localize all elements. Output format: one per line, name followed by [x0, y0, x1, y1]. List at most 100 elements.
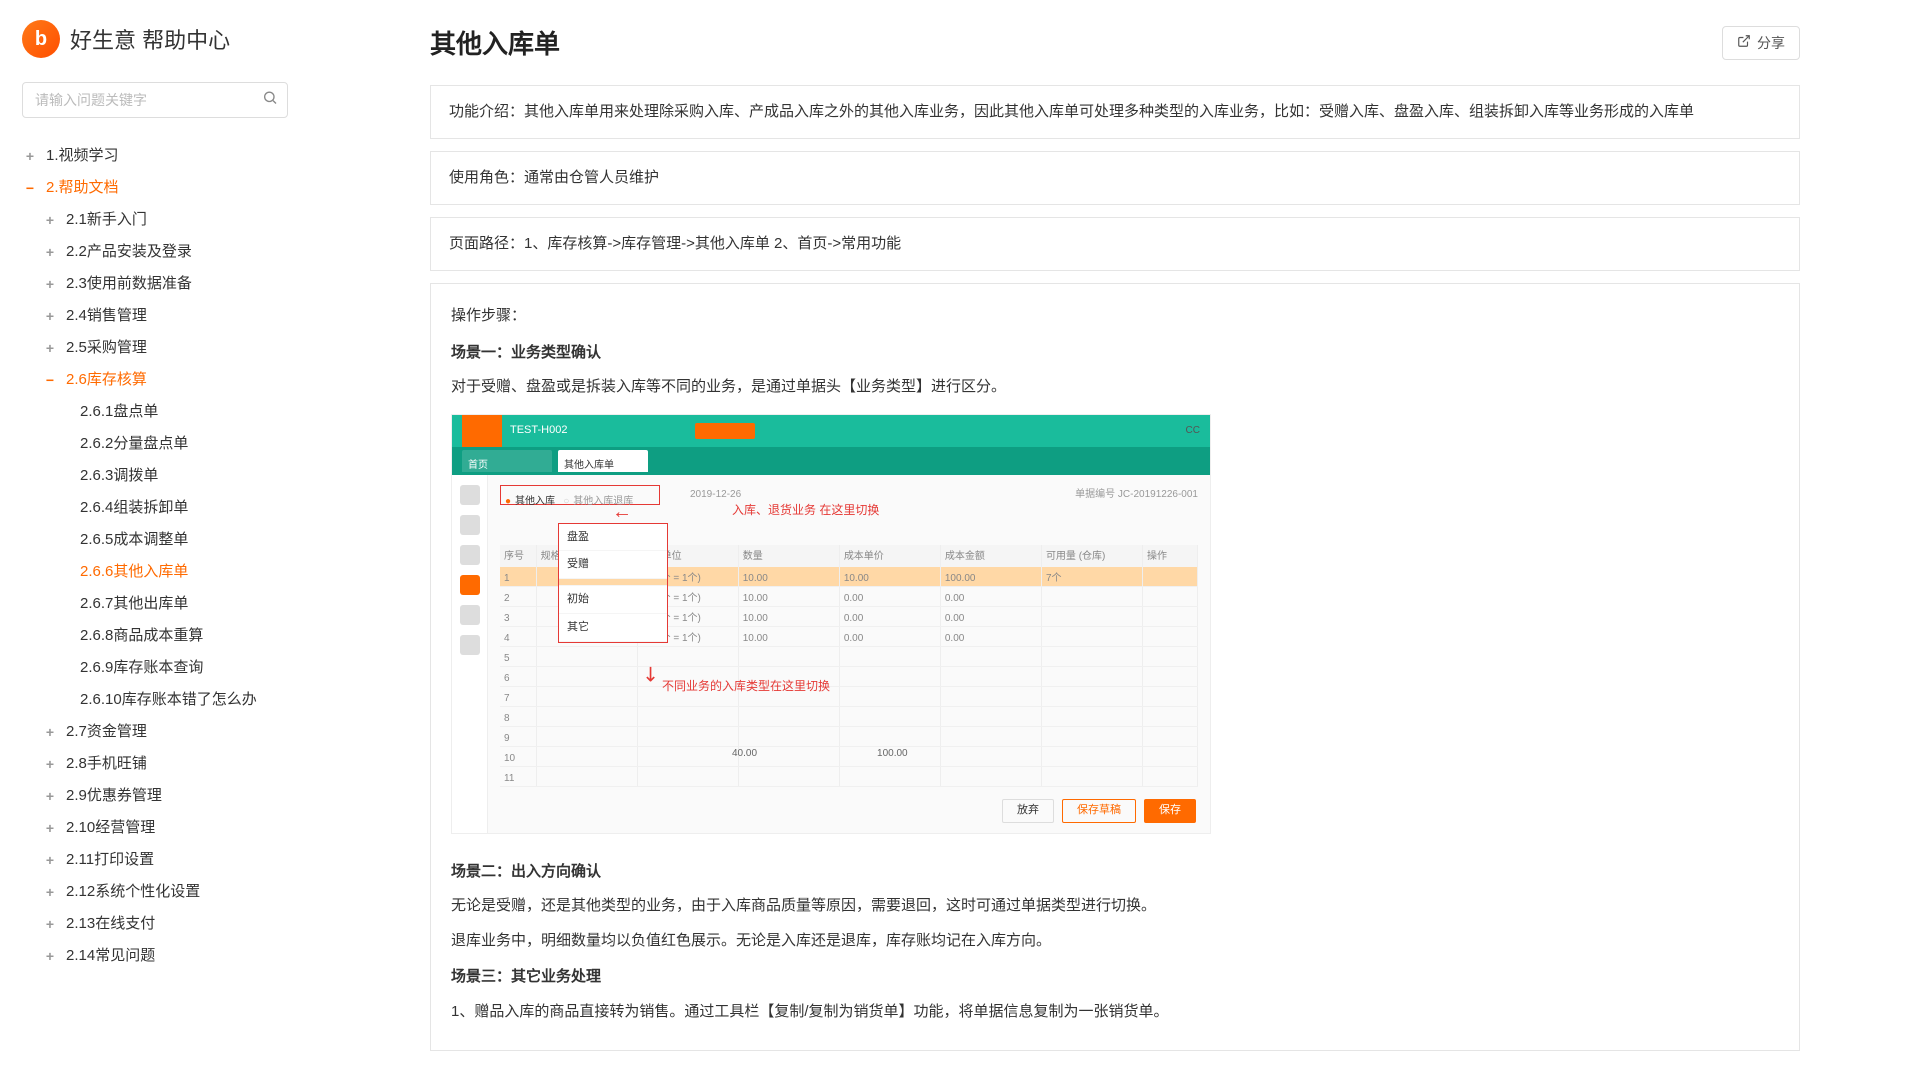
nav-item-21[interactable]: 2.1新手入门 [22, 204, 288, 236]
shot-logo-icon [462, 415, 502, 447]
steps-label: 操作步骤： [451, 302, 1779, 331]
dropdown-option: 其它 [559, 614, 667, 642]
nav-item-29[interactable]: 2.9优惠券管理 [22, 780, 288, 812]
shot-top-button [695, 423, 755, 439]
scene1-title: 场景一：业务类型确认 [451, 339, 1779, 368]
nav-label: 2.12系统个性化设置 [66, 876, 200, 908]
nav-item-261[interactable]: 2.6.1盘点单 [22, 396, 288, 428]
nav-label: 2.6.8商品成本重算 [80, 620, 203, 652]
nav-item-docs[interactable]: 2.帮助文档 [22, 172, 288, 204]
shot-footer: 放弃 保存草稿 保存 [1002, 799, 1196, 823]
nav-item-265[interactable]: 2.6.5成本调整单 [22, 524, 288, 556]
shot-org: TEST-H002 [510, 420, 567, 441]
nav-item-269[interactable]: 2.6.9库存账本查询 [22, 652, 288, 684]
expand-icon [42, 948, 58, 964]
shot-draft-button: 保存草稿 [1062, 799, 1136, 823]
nav-item-2610[interactable]: 2.6.10库存账本错了怎么办 [22, 684, 288, 716]
nav-label: 2.6.9库存账本查询 [80, 652, 203, 684]
search-icon[interactable] [262, 90, 278, 111]
nav-label: 2.6库存核算 [66, 364, 147, 396]
nav-item-24[interactable]: 2.4销售管理 [22, 300, 288, 332]
scene3-title: 场景三：其它业务处理 [451, 963, 1779, 992]
nav-item-266[interactable]: 2.6.6其他入库单 [22, 556, 288, 588]
nav-label: 2.9优惠券管理 [66, 780, 162, 812]
nav-label: 2.6.6其他入库单 [80, 556, 188, 588]
expand-icon [42, 340, 58, 356]
nav-item-video[interactable]: 1.视频学习 [22, 140, 288, 172]
scene2-text2: 退库业务中，明细数量均以负值红色展示。无论是入库还是退库，库存账均记在入库方向。 [451, 927, 1779, 956]
nav-item-268[interactable]: 2.6.8商品成本重算 [22, 620, 288, 652]
search-input[interactable] [22, 82, 288, 118]
nav-label: 2.10经营管理 [66, 812, 155, 844]
nav-item-264[interactable]: 2.6.4组装拆卸单 [22, 492, 288, 524]
nav-label: 2.6.3调拨单 [80, 460, 158, 492]
logo-icon: b [22, 20, 60, 58]
search-wrap [22, 82, 288, 118]
expand-icon [42, 820, 58, 836]
brand-title: 好生意 帮助中心 [70, 23, 230, 55]
nav-item-212[interactable]: 2.12系统个性化设置 [22, 876, 288, 908]
nav-tree: 1.视频学习 2.帮助文档 2.1新手入门 2.2产品安装及登录 2.3使用前数… [22, 140, 288, 972]
share-label: 分享 [1757, 33, 1785, 53]
nav-item-22[interactable]: 2.2产品安装及登录 [22, 236, 288, 268]
nav-label: 2.6.5成本调整单 [80, 524, 188, 556]
nav-label: 2.3使用前数据准备 [66, 268, 192, 300]
nav-item-26[interactable]: 2.6库存核算 [22, 364, 288, 396]
shot-totals: 40.00 100.00 [732, 744, 908, 763]
sidebar: b 好生意 帮助中心 1.视频学习 2.帮助文档 2.1新手入门 2.2产品安装… [0, 0, 310, 1091]
nav-item-213[interactable]: 2.13在线支付 [22, 908, 288, 940]
nav-label: 2.6.1盘点单 [80, 396, 158, 428]
nav-item-210[interactable]: 2.10经营管理 [22, 812, 288, 844]
nav-label: 2.6.7其他出库单 [80, 588, 188, 620]
nav-item-211[interactable]: 2.11打印设置 [22, 844, 288, 876]
shot-leftnav [452, 475, 488, 833]
nav-label: 2.帮助文档 [46, 172, 119, 204]
scene2-text1: 无论是受赠，还是其他类型的业务，由于入库商品质量等原因，需要退回，这时可通过单据… [451, 892, 1779, 921]
nav-item-28[interactable]: 2.8手机旺铺 [22, 748, 288, 780]
embedded-screenshot: TEST-H002 CC 首页 其他入库单 [451, 414, 1211, 834]
shot-user: CC [1186, 421, 1200, 440]
dropdown-option: 盘盈 [559, 524, 667, 552]
shot-save-button: 保存 [1144, 799, 1196, 823]
nav-label: 2.7资金管理 [66, 716, 147, 748]
nav-label: 2.14常见问题 [66, 940, 155, 972]
nav-item-262[interactable]: 2.6.2分量盘点单 [22, 428, 288, 460]
expand-icon [42, 852, 58, 868]
nav-label: 2.6.10库存账本错了怎么办 [80, 684, 257, 716]
collapse-icon [22, 180, 38, 196]
shot-nav-icon [460, 575, 480, 595]
collapse-icon [42, 372, 58, 388]
nav-item-23[interactable]: 2.3使用前数据准备 [22, 268, 288, 300]
expand-icon [42, 916, 58, 932]
scene1-text: 对于受赠、盘盈或是拆装入库等不同的业务，是通过单据头【业务类型】进行区分。 [451, 373, 1779, 402]
main-content: 其他入库单 分享 功能介绍：其他入库单用来处理除采购入库、产成品入库之外的其他入… [310, 0, 1920, 1091]
role-text: 通常由仓管人员维护 [524, 169, 659, 186]
dropdown-option: 受赠 [559, 551, 667, 579]
scene3-text: 1、赠品入库的商品直接转为销售。通过工具栏【复制/复制为销货单】功能，将单据信息… [451, 998, 1779, 1027]
share-button[interactable]: 分享 [1722, 26, 1800, 60]
nav-item-267[interactable]: 2.6.7其他出库单 [22, 588, 288, 620]
expand-icon [42, 724, 58, 740]
shot-nav-icon [460, 515, 480, 535]
intro-label: 功能介绍： [449, 103, 524, 120]
shot-table-row: 7 [500, 687, 1198, 707]
nav-item-263[interactable]: 2.6.3调拨单 [22, 460, 288, 492]
expand-icon [42, 884, 58, 900]
title-row: 其他入库单 分享 [430, 24, 1800, 61]
path-box: 页面路径：1、库存核算->库存管理->其他入库单 2、首页->常用功能 [430, 217, 1800, 271]
expand-icon [42, 244, 58, 260]
expand-icon [42, 212, 58, 228]
shot-table-row: 5 [500, 647, 1198, 667]
nav-item-27[interactable]: 2.7资金管理 [22, 716, 288, 748]
shot-table-row: 11 [500, 767, 1198, 787]
nav-item-214[interactable]: 2.14常见问题 [22, 940, 288, 972]
shot-nav-icon [460, 485, 480, 505]
nav-label: 2.13在线支付 [66, 908, 155, 940]
shot-annotation-1: 入库、退货业务 在这里切换 [732, 499, 879, 522]
expand-icon [42, 308, 58, 324]
nav-item-25[interactable]: 2.5采购管理 [22, 332, 288, 364]
expand-icon [42, 788, 58, 804]
shot-nav-icon [460, 605, 480, 625]
shot-table-row: 8 [500, 707, 1198, 727]
content-block: 操作步骤： 场景一：业务类型确认 对于受赠、盘盈或是拆装入库等不同的业务，是通过… [430, 283, 1800, 1051]
